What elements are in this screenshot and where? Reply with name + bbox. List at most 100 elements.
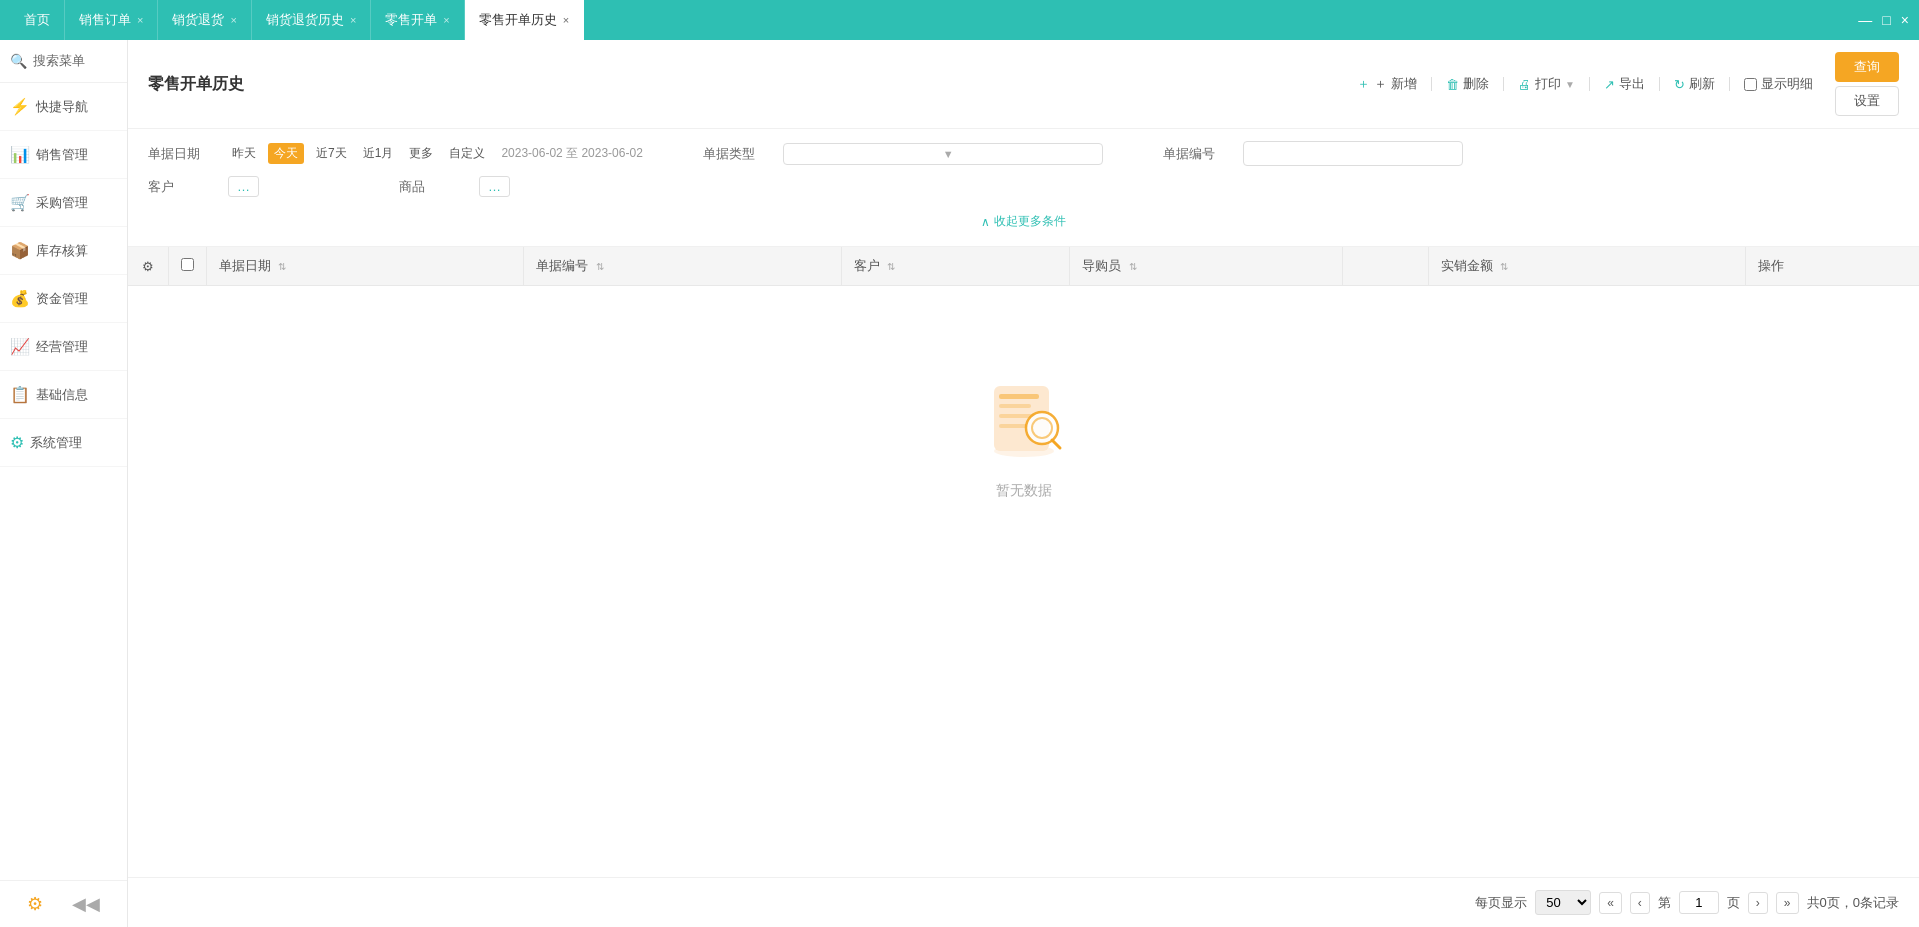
order-number-input[interactable] (1243, 141, 1463, 166)
sidebar-item-system-mgmt[interactable]: ⚙ 系统管理 (0, 419, 127, 467)
tab-retail-open-history-close[interactable]: × (563, 14, 569, 26)
export-button[interactable]: ↗ 导出 (1604, 75, 1645, 93)
date-label: 单据日期 (148, 145, 208, 163)
last-page-btn[interactable]: » (1776, 892, 1799, 914)
sales-mgmt-icon: 📊 (10, 145, 30, 164)
sidebar-item-sales-mgmt[interactable]: 📊 销售管理 (0, 131, 127, 179)
toolbar-divider-2 (1503, 77, 1504, 91)
sidebar-collapse-icon[interactable]: ◀◀ (72, 893, 100, 915)
svg-line-8 (1052, 440, 1060, 448)
print-button[interactable]: 🖨 打印 ▼ (1518, 75, 1575, 93)
th-salesperson[interactable]: 导购员 ⇅ (1070, 247, 1343, 286)
tab-sales-order[interactable]: 销售订单 × (65, 0, 158, 40)
export-icon: ↗ (1604, 77, 1615, 92)
page-label: 第 (1658, 894, 1671, 912)
toolbar-divider-1 (1431, 77, 1432, 91)
table-area: ⚙ 单据日期 ⇅ 单据编号 ⇅ (128, 247, 1919, 877)
window-max-btn[interactable]: □ (1882, 12, 1890, 28)
page-title: 零售开单历史 (148, 74, 244, 95)
filter-row-1: 单据日期 昨天 今天 近7天 近1月 更多 自定义 2023-06-02 至 2… (148, 141, 1899, 166)
purchase-mgmt-icon: 🛒 (10, 193, 30, 212)
first-page-btn[interactable]: « (1599, 892, 1622, 914)
print-dropdown-icon: ▼ (1565, 79, 1575, 90)
goods-select-btn[interactable]: … (479, 176, 510, 197)
table-wrapper: ⚙ 单据日期 ⇅ 单据编号 ⇅ (128, 247, 1919, 580)
action-btns: 查询 设置 (1835, 52, 1899, 116)
add-button[interactable]: ＋ ＋ 新增 (1357, 75, 1417, 93)
per-page-select[interactable]: 50 10 20 100 (1535, 890, 1591, 915)
toolbar: ＋ ＋ 新增 🗑 删除 🖨 打印 ▼ ↗ 导出 (1357, 52, 1899, 116)
th-date[interactable]: 单据日期 ⇅ (206, 247, 524, 286)
date-more[interactable]: 更多 (405, 143, 437, 164)
tab-bar: 首页 销售订单 × 销货退货 × 销货退货历史 × 零售开单 × 零售开单历史 … (0, 0, 1919, 40)
pagination: 每页显示 50 10 20 100 « ‹ 第 页 › » 共0页，0条记录 (128, 877, 1919, 927)
order-type-select[interactable]: ▼ (783, 143, 1103, 165)
tab-retail-open[interactable]: 零售开单 × (371, 0, 464, 40)
th-customer[interactable]: 客户 ⇅ (841, 247, 1069, 286)
date-today[interactable]: 今天 (268, 143, 304, 164)
sidebar-item-operations[interactable]: 📈 经营管理 (0, 323, 127, 371)
customer-sort-icon: ⇅ (887, 261, 895, 272)
sidebar-item-purchase-mgmt[interactable]: 🛒 采购管理 (0, 179, 127, 227)
display-detail-checkbox[interactable] (1744, 78, 1757, 91)
tab-sales-return-history[interactable]: 销货退货历史 × (252, 0, 371, 40)
th-actual-amount[interactable]: 实销金额 ⇅ (1428, 247, 1746, 286)
operations-icon: 📈 (10, 337, 30, 356)
sidebar-search[interactable]: 🔍 搜索菜单 (0, 40, 127, 83)
basic-info-icon: 📋 (10, 385, 30, 404)
tab-sales-return[interactable]: 销货退货 × (158, 0, 251, 40)
system-mgmt-icon: ⚙ (10, 433, 24, 452)
page-header: 零售开单历史 ＋ ＋ 新增 🗑 删除 🖨 打印 ▼ (128, 40, 1919, 129)
sidebar-settings-icon[interactable]: ⚙ (27, 893, 43, 915)
table-settings-icon[interactable]: ⚙ (142, 259, 154, 274)
tab-sales-return-close[interactable]: × (230, 14, 236, 26)
prev-page-btn[interactable]: ‹ (1630, 892, 1650, 914)
per-page-label: 每页显示 (1475, 894, 1527, 912)
sidebar-item-quick-nav[interactable]: ⚡ 快捷导航 (0, 83, 127, 131)
collapse-more-btn[interactable]: ∧ 收起更多条件 (148, 207, 1899, 234)
date-last1month[interactable]: 近1月 (359, 143, 398, 164)
sidebar-item-basic-info[interactable]: 📋 基础信息 (0, 371, 127, 419)
settings-button[interactable]: 设置 (1835, 86, 1899, 116)
th-number[interactable]: 单据编号 ⇅ (524, 247, 842, 286)
window-close-btn[interactable]: × (1901, 12, 1909, 28)
next-page-btn[interactable]: › (1748, 892, 1768, 914)
order-type-label: 单据类型 (703, 145, 763, 163)
data-table: ⚙ 单据日期 ⇅ 单据编号 ⇅ (128, 247, 1919, 286)
tab-home[interactable]: 首页 (10, 0, 65, 40)
goods-label: 商品 (399, 178, 459, 196)
refresh-button[interactable]: ↻ 刷新 (1674, 75, 1715, 93)
filter-row-2: 客户 … 商品 … (148, 176, 1899, 197)
toolbar-divider-4 (1659, 77, 1660, 91)
tab-retail-open-history[interactable]: 零售开单历史 × (465, 0, 584, 40)
inventory-icon: 📦 (10, 241, 30, 260)
amount-sort-icon: ⇅ (1500, 261, 1508, 272)
display-toggle: 显示明细 (1744, 75, 1813, 93)
sidebar-item-inventory[interactable]: 📦 库存核算 (0, 227, 127, 275)
table-header-row: ⚙ 单据日期 ⇅ 单据编号 ⇅ (128, 247, 1919, 286)
content-area: 零售开单历史 ＋ ＋ 新增 🗑 删除 🖨 打印 ▼ (128, 40, 1919, 927)
window-min-btn[interactable]: — (1858, 12, 1872, 28)
date-last7days[interactable]: 近7天 (312, 143, 351, 164)
empty-icon (974, 366, 1074, 466)
svg-rect-2 (999, 394, 1039, 399)
select-all-checkbox[interactable] (181, 258, 194, 271)
svg-rect-3 (999, 404, 1031, 408)
th-spacer (1343, 247, 1429, 286)
refresh-icon: ↻ (1674, 77, 1685, 92)
tab-retail-open-close[interactable]: × (443, 14, 449, 26)
quick-nav-icon: ⚡ (10, 97, 30, 116)
add-icon: ＋ (1357, 75, 1370, 93)
empty-state: 暂无数据 (128, 286, 1919, 580)
page-number-input[interactable] (1679, 891, 1719, 914)
query-button[interactable]: 查询 (1835, 52, 1899, 82)
th-check[interactable] (168, 247, 206, 286)
delete-button[interactable]: 🗑 删除 (1446, 75, 1489, 93)
tab-sales-return-history-close[interactable]: × (350, 14, 356, 26)
date-yesterday[interactable]: 昨天 (228, 143, 260, 164)
tab-sales-order-close[interactable]: × (137, 14, 143, 26)
sidebar-item-finance[interactable]: 💰 资金管理 (0, 275, 127, 323)
customer-select-btn[interactable]: … (228, 176, 259, 197)
th-settings[interactable]: ⚙ (128, 247, 168, 286)
date-custom[interactable]: 自定义 (445, 143, 489, 164)
